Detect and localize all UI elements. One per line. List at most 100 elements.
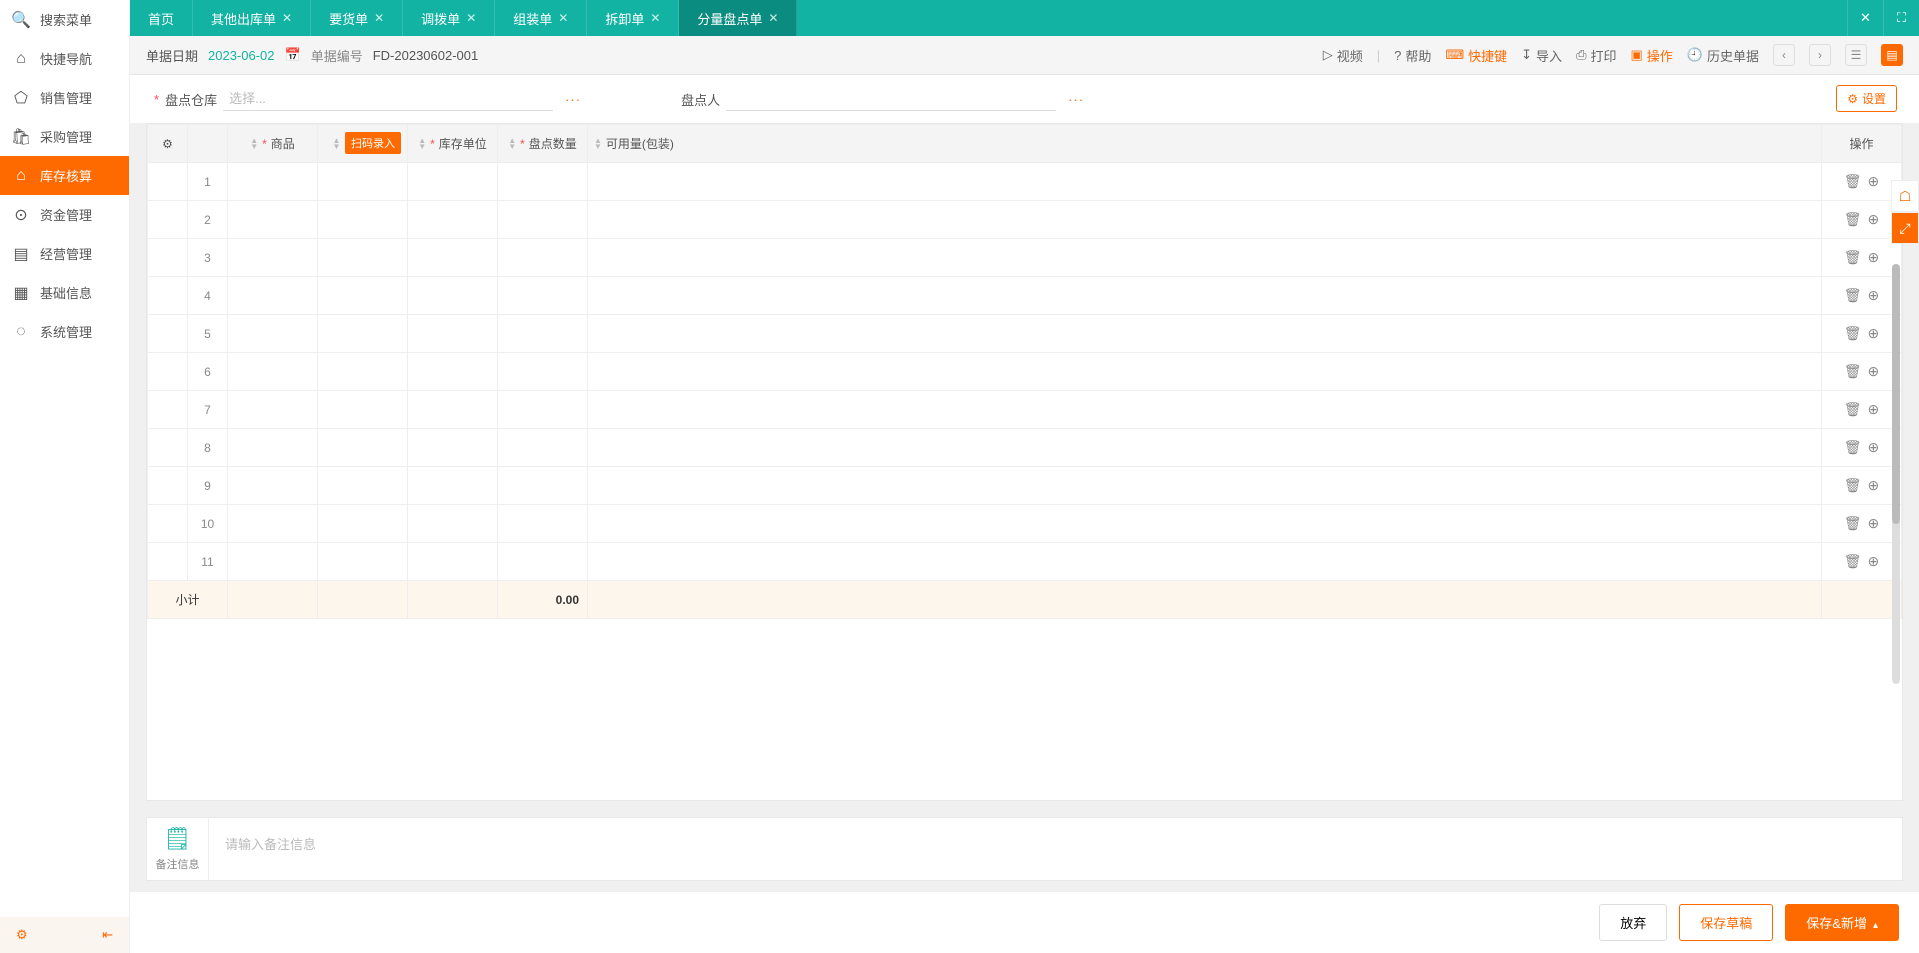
scrollbar[interactable] (1892, 264, 1900, 684)
add-icon[interactable]: ⊕ (1868, 287, 1880, 303)
delete-icon[interactable]: 🗑 (1844, 173, 1862, 189)
person-more-icon[interactable]: ··· (1068, 92, 1084, 107)
info-icon: ▦ (12, 284, 30, 302)
delete-icon[interactable]: 🗑 (1844, 287, 1862, 303)
date-label: 单据日期 (146, 46, 198, 65)
col-unit[interactable]: ▲▼*库存单位 (408, 125, 498, 163)
table-row[interactable]: 10🗑⊕ (148, 505, 1902, 543)
person-field: 盘点人 ··· (681, 87, 1084, 111)
delete-icon[interactable]: 🗑 (1844, 363, 1862, 379)
delete-icon[interactable]: 🗑 (1844, 401, 1862, 417)
table-row[interactable]: 3🗑⊕ (148, 239, 1902, 277)
sidebar-item-4[interactable]: ⌂库存核算 (0, 156, 129, 195)
view-list-icon[interactable]: ☰ (1845, 44, 1867, 66)
tab-close-icon[interactable]: ✕ (650, 11, 660, 25)
tab-5[interactable]: 拆卸单✕ (587, 0, 679, 36)
table-row[interactable]: 6🗑⊕ (148, 353, 1902, 391)
operate-link[interactable]: ▣操作 (1630, 46, 1672, 65)
sidebar-item-5[interactable]: ⊙资金管理 (0, 195, 129, 234)
tab-2[interactable]: 要货单✕ (311, 0, 403, 36)
save-draft-button[interactable]: 保存草稿 (1679, 904, 1773, 941)
table-row[interactable]: 7🗑⊕ (148, 391, 1902, 429)
table-row[interactable]: 11🗑⊕ (148, 543, 1902, 581)
delete-icon[interactable]: 🗑 (1844, 477, 1862, 493)
col-gear[interactable]: ⚙ (148, 125, 188, 163)
float-feedback-icon[interactable]: ☖ (1891, 180, 1919, 212)
settings-icon[interactable]: ⚙ (16, 927, 28, 943)
delete-icon[interactable]: 🗑 (1844, 515, 1862, 531)
tab-1[interactable]: 其他出库单✕ (193, 0, 311, 36)
tab-4[interactable]: 组装单✕ (495, 0, 587, 36)
col-product[interactable]: ▲▼*商品 (228, 125, 318, 163)
print-link[interactable]: ⎙打印 (1576, 46, 1616, 65)
sidebar-item-2[interactable]: ⬠销售管理 (0, 78, 129, 117)
delete-icon[interactable]: 🗑 (1844, 211, 1862, 227)
add-icon[interactable]: ⊕ (1868, 249, 1880, 265)
table-row[interactable]: 5🗑⊕ (148, 315, 1902, 353)
scan-button[interactable]: 扫码录入 (345, 132, 401, 154)
settings-button[interactable]: ⚙设置 (1836, 85, 1897, 112)
sidebar-item-1[interactable]: ⌂快捷导航 (0, 39, 129, 78)
discard-button[interactable]: 放弃 (1599, 904, 1667, 941)
add-icon[interactable]: ⊕ (1868, 477, 1880, 493)
col-avail[interactable]: ▲▼可用量(包装) (588, 125, 1822, 163)
shortcut-link[interactable]: ⌨快捷键 (1445, 46, 1507, 65)
delete-icon[interactable]: 🗑 (1844, 553, 1862, 569)
add-icon[interactable]: ⊕ (1868, 439, 1880, 455)
remark-section: 🗒 备注信息 (146, 817, 1903, 881)
table-row[interactable]: 9🗑⊕ (148, 467, 1902, 505)
search-icon: 🔍 (12, 11, 30, 29)
table-row[interactable]: 8🗑⊕ (148, 429, 1902, 467)
sidebar-item-8[interactable]: ◌系统管理 (0, 312, 129, 351)
nav-next-icon[interactable]: › (1809, 44, 1831, 66)
remark-input[interactable] (209, 818, 1902, 880)
nav-prev-icon[interactable]: ‹ (1773, 44, 1795, 66)
save-new-button[interactable]: 保存&新增▴ (1785, 904, 1899, 941)
calendar-icon[interactable]: 📅 (285, 47, 301, 63)
tab-close-icon[interactable]: ✕ (374, 11, 384, 25)
add-icon[interactable]: ⊕ (1868, 325, 1880, 341)
history-link[interactable]: 🕘历史单据 (1687, 46, 1759, 65)
tab-bar: 首页其他出库单✕要货单✕调拨单✕组装单✕拆卸单✕分量盘点单✕ ✕ ⛶ (130, 0, 1919, 36)
footer-actions: 放弃 保存草稿 保存&新增▴ (130, 891, 1919, 953)
person-input[interactable] (726, 87, 1056, 111)
sidebar-item-3[interactable]: 🛍采购管理 (0, 117, 129, 156)
warehouse-input[interactable] (223, 87, 553, 111)
tab-close-all[interactable]: ✕ (1847, 0, 1883, 36)
tab-0[interactable]: 首页 (130, 0, 193, 36)
table-row[interactable]: 1🗑⊕ (148, 163, 1902, 201)
view-card-icon[interactable]: ▤ (1881, 44, 1903, 66)
document-header: 单据日期 2023-06-02 📅 单据编号 FD-20230602-001 ▷… (130, 36, 1919, 75)
tab-close-icon[interactable]: ✕ (282, 11, 292, 25)
sidebar-item-6[interactable]: ▤经营管理 (0, 234, 129, 273)
table-row[interactable]: 4🗑⊕ (148, 277, 1902, 315)
add-icon[interactable]: ⊕ (1868, 401, 1880, 417)
add-icon[interactable]: ⊕ (1868, 553, 1880, 569)
sidebar-item-0[interactable]: 🔍搜索菜单 (0, 0, 129, 39)
add-icon[interactable]: ⊕ (1868, 173, 1880, 189)
delete-icon[interactable]: 🗑 (1844, 439, 1862, 455)
float-expand-icon[interactable]: ⤢ (1891, 212, 1919, 244)
help-link[interactable]: ?帮助 (1394, 46, 1431, 65)
home-icon: ⌂ (12, 50, 30, 68)
add-icon[interactable]: ⊕ (1868, 211, 1880, 227)
warehouse-more-icon[interactable]: ··· (565, 92, 581, 107)
col-qty[interactable]: ▲▼*盘点数量 (498, 125, 588, 163)
tab-close-icon[interactable]: ✕ (466, 11, 476, 25)
delete-icon[interactable]: 🗑 (1844, 249, 1862, 265)
add-icon[interactable]: ⊕ (1868, 363, 1880, 379)
table-row[interactable]: 2🗑⊕ (148, 201, 1902, 239)
sidebar-item-7[interactable]: ▦基础信息 (0, 273, 129, 312)
add-icon[interactable]: ⊕ (1868, 515, 1880, 531)
tab-6[interactable]: 分量盘点单✕ (679, 0, 797, 36)
tab-3[interactable]: 调拨单✕ (403, 0, 495, 36)
collapse-icon[interactable]: ⇤ (102, 927, 113, 943)
delete-icon[interactable]: 🗑 (1844, 325, 1862, 341)
video-link[interactable]: ▷视频 (1323, 46, 1363, 65)
tab-close-icon[interactable]: ✕ (558, 11, 568, 25)
date-value[interactable]: 2023-06-02 (208, 48, 275, 63)
tag-icon: ⬠ (12, 89, 30, 107)
tab-close-icon[interactable]: ✕ (768, 11, 778, 25)
import-link[interactable]: ↧导入 (1521, 46, 1562, 65)
fullscreen-icon[interactable]: ⛶ (1883, 0, 1919, 36)
